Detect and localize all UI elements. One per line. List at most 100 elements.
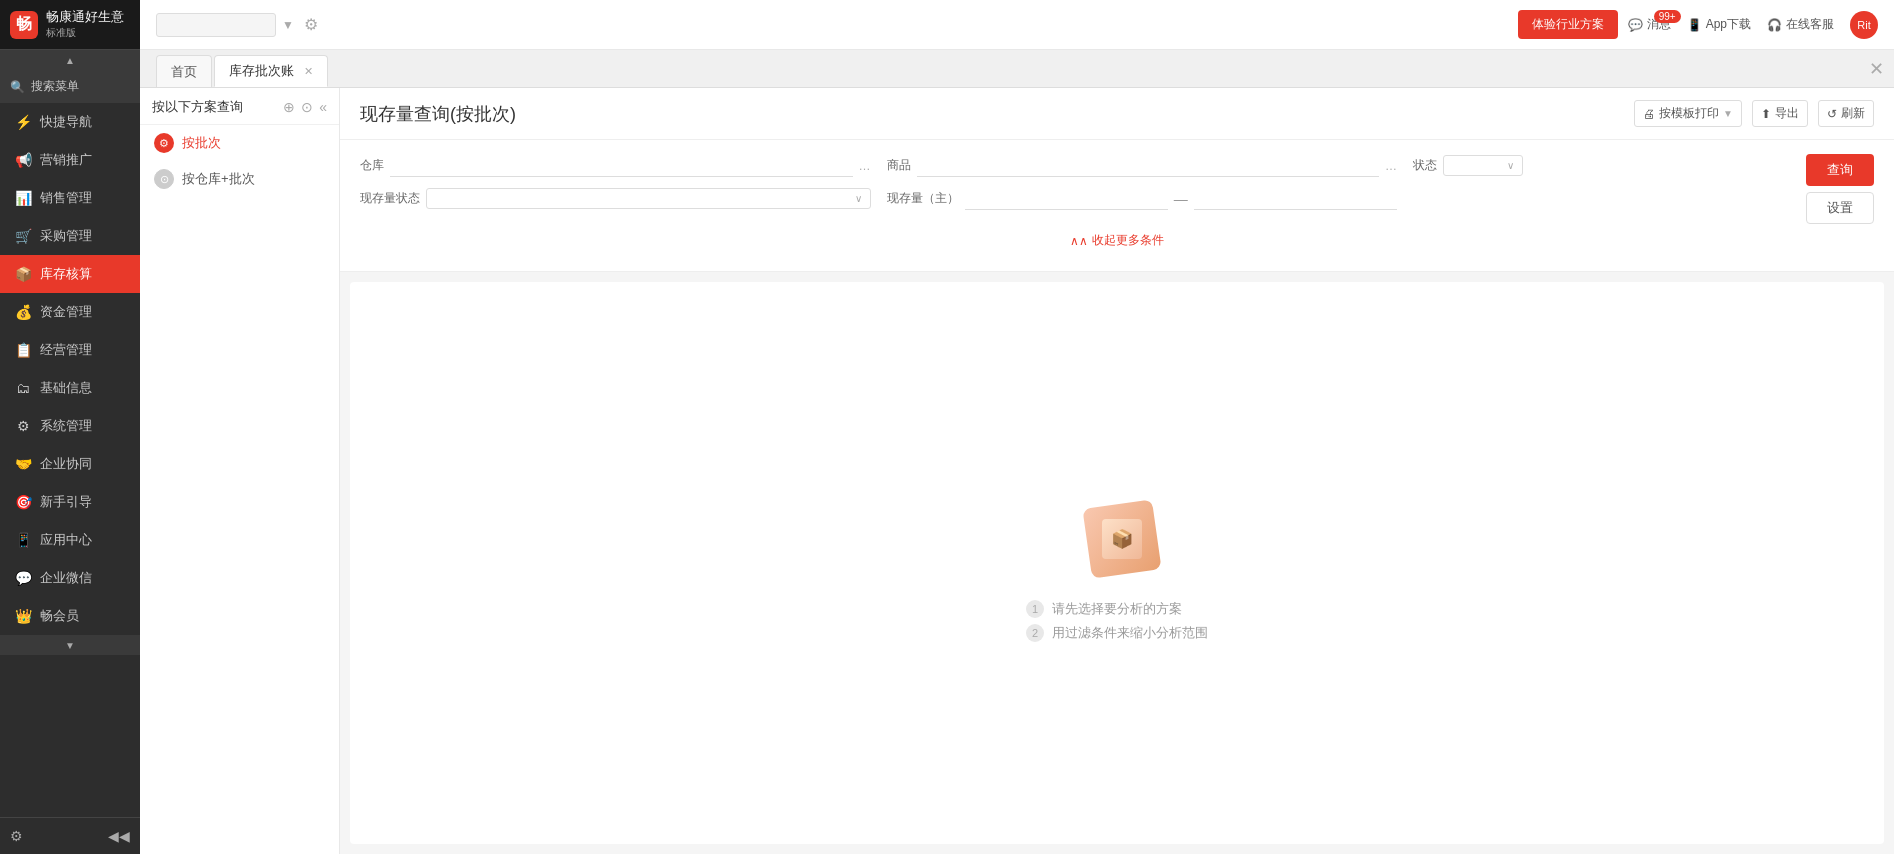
left-panel-item-label: 按仓库+批次 [182, 170, 255, 188]
refresh-btn[interactable]: ↺ 刷新 [1818, 100, 1874, 127]
sidebar-item-newbie[interactable]: 🎯 新手引导 [0, 483, 140, 521]
print-icon: 🖨 [1643, 107, 1655, 121]
tip-num: 1 [1026, 600, 1044, 618]
settings-icon[interactable]: ⚙ [10, 828, 23, 844]
sidebar-item-purchase[interactable]: 🛒 采购管理 [0, 217, 140, 255]
left-panel-item-by-batch[interactable]: ⚙ 按批次 [140, 125, 339, 161]
sidebar-item-wechat[interactable]: 💬 企业微信 [0, 559, 140, 597]
sidebar-search-label: 搜索菜单 [31, 78, 79, 95]
sidebar-item-app-center[interactable]: 📱 应用中心 [0, 521, 140, 559]
tab-close-page-icon[interactable]: ✕ [1869, 58, 1884, 80]
left-panel-collapse-icon[interactable]: « [319, 99, 327, 115]
left-panel-add-icon[interactable]: ⊕ [283, 99, 295, 115]
print-chevron-icon: ▼ [1723, 108, 1733, 119]
topbar-gear-icon[interactable]: ⚙ [304, 15, 318, 34]
user-avatar-item[interactable]: Rit [1850, 11, 1878, 39]
sidebar-item-marketing[interactable]: 📢 营销推广 [0, 141, 140, 179]
breadcrumb-input[interactable] [156, 13, 276, 37]
newbie-icon: 🎯 [14, 493, 32, 511]
stock-status-label: 现存量状态 [360, 190, 420, 207]
stock-qty-max-input[interactable] [1194, 187, 1397, 210]
status-label: 状态 [1413, 157, 1437, 174]
left-panel: 按以下方案查询 ⊕ ⊙ « ⚙ 按批次⊙ 按仓库+批次 [140, 88, 340, 854]
stock-qty-dash: — [1174, 191, 1188, 207]
messages-icon: 💬 [1628, 18, 1643, 32]
topbar: ▼ ⚙ 体验行业方案 💬 消息 99+ 📱 App下载 🎧 在线客服 Rit [140, 0, 1894, 50]
sidebar-search-item[interactable]: 🔍 搜索菜单 [0, 70, 140, 103]
filter-stock-status: 现存量状态 ∨ [360, 188, 871, 209]
app-download-item[interactable]: 📱 App下载 [1687, 16, 1751, 33]
export-btn[interactable]: ⬆ 导出 [1752, 100, 1808, 127]
filter-row-1: 仓库 … 商品 … 状态 [360, 154, 1796, 177]
query-button[interactable]: 查询 [1806, 154, 1874, 186]
sidebar-item-system[interactable]: ⚙ 系统管理 [0, 407, 140, 445]
sidebar-item-finance[interactable]: 💰 资金管理 [0, 293, 140, 331]
page-header: 现存量查询(按批次) 🖨 按模板打印 ▼ ⬆ 导出 ↺ 刷新 [340, 88, 1894, 140]
filter-warehouse: 仓库 … [360, 154, 871, 177]
set-button[interactable]: 设置 [1806, 192, 1874, 224]
tip-text: 用过滤条件来缩小分析范围 [1052, 624, 1208, 642]
tab-home[interactable]: 首页 [156, 55, 212, 87]
operation-icon: 📋 [14, 341, 32, 359]
filter-row-2: 现存量状态 ∨ 现存量（主） — [360, 187, 1796, 210]
app-download-icon: 📱 [1687, 18, 1702, 32]
tab-close-icon[interactable]: ✕ [304, 65, 313, 78]
sidebar-item-label: 资金管理 [40, 303, 92, 321]
export-label: 导出 [1775, 105, 1799, 122]
experience-btn[interactable]: 体验行业方案 [1518, 10, 1618, 39]
warehouse-input[interactable] [390, 154, 853, 177]
product-label: 商品 [887, 157, 911, 174]
refresh-label: 刷新 [1841, 105, 1865, 122]
empty-tips: 1 请先选择要分析的方案 2 用过滤条件来缩小分析范围 [1026, 600, 1208, 642]
sidebar-item-sales[interactable]: 📊 销售管理 [0, 179, 140, 217]
tab-inventory-batch[interactable]: 库存批次账 ✕ [214, 55, 328, 87]
enterprise-icon: 🤝 [14, 455, 32, 473]
messages-item[interactable]: 💬 消息 99+ [1628, 16, 1671, 33]
sidebar-item-operation[interactable]: 📋 经营管理 [0, 331, 140, 369]
messages-badge: 99+ [1654, 10, 1681, 23]
sidebar-subtitle: 标准版 [46, 26, 124, 40]
sidebar-brand: 畅康通好生意 标准版 [46, 9, 124, 40]
breadcrumb-chevron-icon[interactable]: ▼ [282, 18, 294, 32]
member-icon: 👑 [14, 607, 32, 625]
print-btn[interactable]: 🖨 按模板打印 ▼ [1634, 100, 1742, 127]
left-panel-title: 按以下方案查询 [152, 98, 243, 116]
stock-qty-label: 现存量（主） [887, 190, 959, 207]
left-panel-item-by-warehouse-batch[interactable]: ⊙ 按仓库+批次 [140, 161, 339, 197]
print-label: 按模板打印 [1659, 105, 1719, 122]
tip-text: 请先选择要分析的方案 [1052, 600, 1182, 618]
online-service-item[interactable]: 🎧 在线客服 [1767, 16, 1834, 33]
main-area: ▼ ⚙ 体验行业方案 💬 消息 99+ 📱 App下载 🎧 在线客服 Rit [140, 0, 1894, 854]
warehouse-more-icon[interactable]: … [859, 159, 871, 173]
stock-status-select[interactable]: ∨ [426, 188, 871, 209]
stock-qty-min-input[interactable] [965, 187, 1168, 210]
collapse-sidebar-icon[interactable]: ◀◀ [108, 828, 130, 844]
sidebar-scroll-up[interactable]: ▲ [0, 50, 140, 70]
tab-inventory-batch-label: 库存批次账 [229, 62, 294, 80]
sidebar-item-quick-nav[interactable]: ⚡ 快捷导航 [0, 103, 140, 141]
sidebar-item-label: 企业微信 [40, 569, 92, 587]
empty-tip-2: 2 用过滤条件来缩小分析范围 [1026, 624, 1208, 642]
status-select[interactable]: ∨ [1443, 155, 1523, 176]
product-more-icon[interactable]: … [1385, 159, 1397, 173]
topbar-breadcrumb: ▼ ⚙ [156, 13, 1508, 37]
inventory-icon: 📦 [14, 265, 32, 283]
page-header-actions: 🖨 按模板打印 ▼ ⬆ 导出 ↺ 刷新 [1634, 100, 1874, 127]
left-panel-settings-icon[interactable]: ⊙ [301, 99, 313, 115]
sidebar-item-label: 营销推广 [40, 151, 92, 169]
collapse-row[interactable]: ∧∧ 收起更多条件 [360, 224, 1874, 257]
sidebar-logo: 畅 [10, 11, 38, 39]
sidebar-scroll-down[interactable]: ▼ [0, 635, 140, 655]
online-service-label: 在线客服 [1786, 16, 1834, 33]
avatar-initials: Rit [1850, 11, 1878, 39]
sidebar-item-basic[interactable]: 🗂 基础信息 [0, 369, 140, 407]
left-panel-item-label: 按批次 [182, 134, 221, 152]
tabbar: 首页 库存批次账 ✕ ✕ [140, 50, 1894, 88]
product-input[interactable] [917, 154, 1380, 177]
sidebar-item-member[interactable]: 👑 畅会员 [0, 597, 140, 635]
sidebar-item-label: 快捷导航 [40, 113, 92, 131]
sidebar: 畅 畅康通好生意 标准版 ▲ 🔍 搜索菜单 ⚡ 快捷导航📢 营销推广📊 销售管理… [0, 0, 140, 854]
by-warehouse-batch-icon: ⊙ [154, 169, 174, 189]
sidebar-item-inventory[interactable]: 📦 库存核算 [0, 255, 140, 293]
sidebar-item-enterprise[interactable]: 🤝 企业协同 [0, 445, 140, 483]
